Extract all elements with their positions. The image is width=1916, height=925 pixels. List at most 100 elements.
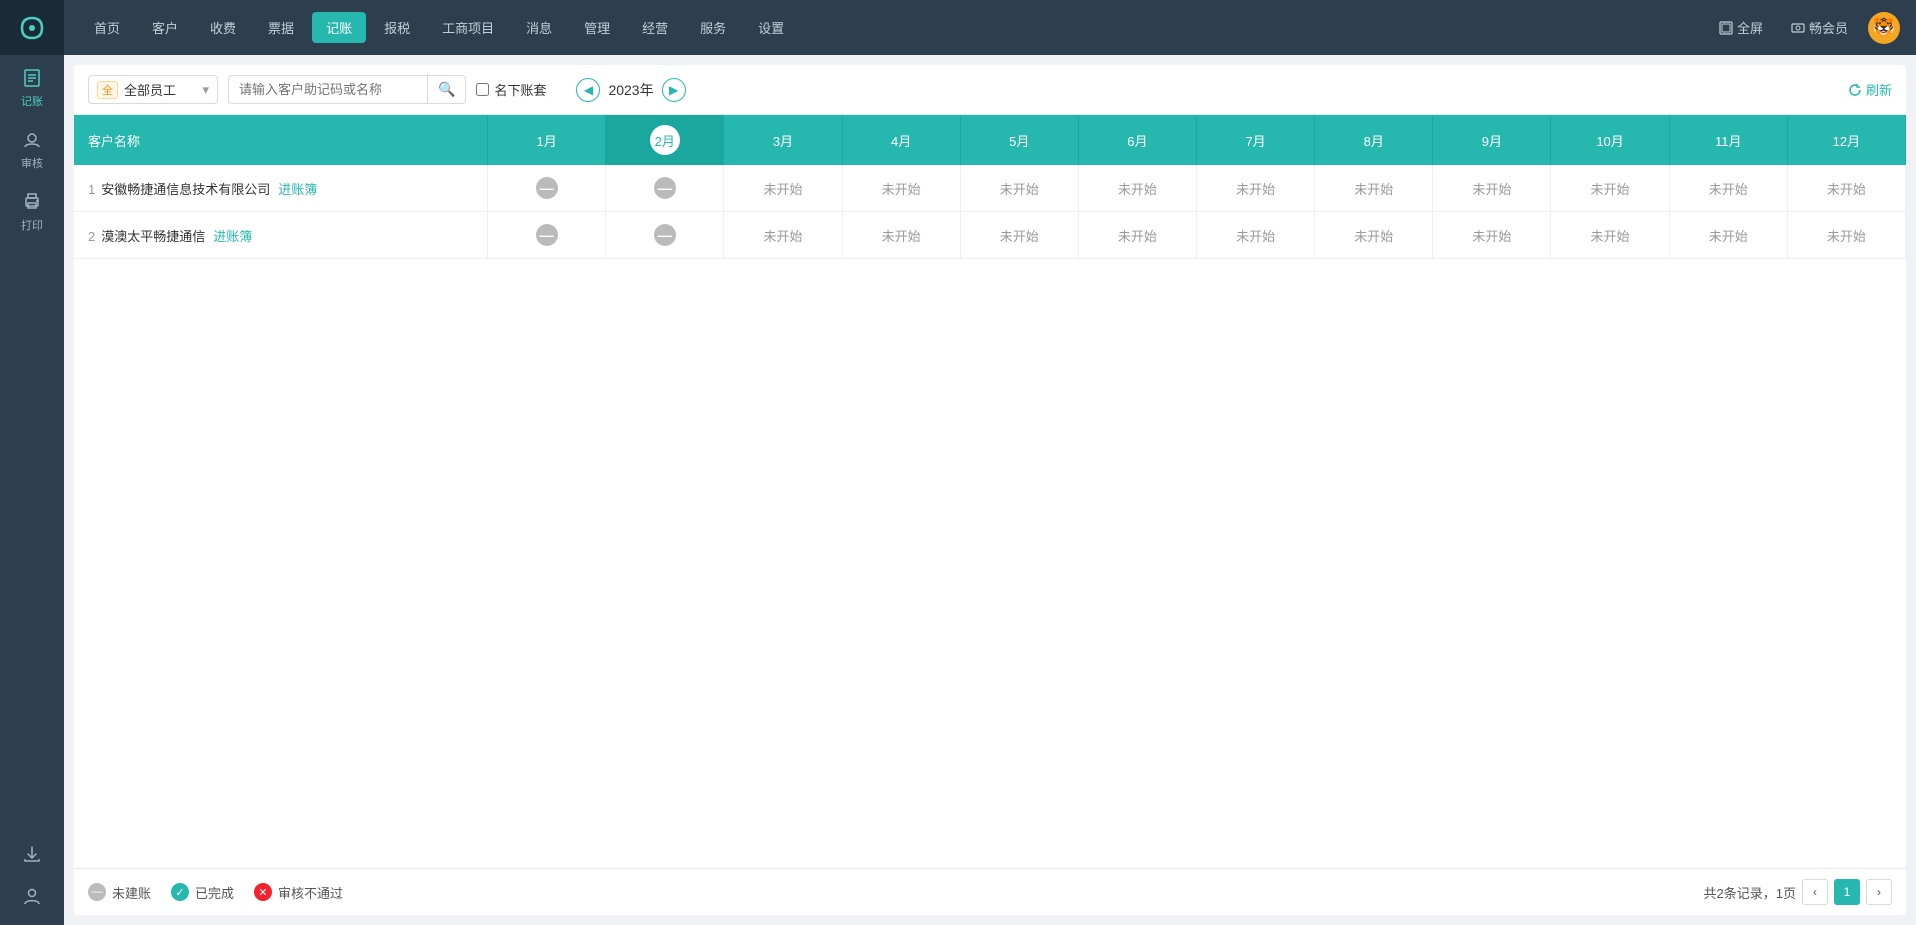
user-avatar[interactable]: 🐯 — [1868, 12, 1900, 44]
nav-business[interactable]: 工商项目 — [428, 12, 508, 43]
client-name: 安徽畅捷通信息技术有限公司 — [101, 182, 270, 197]
fullscreen-label: 全屏 — [1737, 18, 1763, 37]
profile-icon — [21, 885, 43, 907]
month-7-cell: 未开始 — [1197, 212, 1315, 259]
sidebar-item-profile[interactable] — [0, 873, 64, 915]
main-area: 首页 客户 收费 票据 记账 报税 工商项目 消息 管理 经营 服务 设置 全屏 — [64, 0, 1916, 925]
status-not-started: 未开始 — [1709, 229, 1748, 244]
table-row: 2漠澳太平畅捷通信进账簿——未开始未开始未开始未开始未开始未开始未开始未开始未开… — [74, 212, 1906, 259]
bookkeeping-icon — [21, 67, 43, 89]
completed-icon: ✓ — [171, 883, 189, 901]
table-footer: — 未建账 ✓ 已完成 ✕ 审核不通过 共2条记录，1页 ‹ 1 › — [74, 868, 1906, 915]
my-accounts-checkbox[interactable] — [476, 83, 489, 96]
search-button[interactable]: 🔍 — [427, 75, 466, 104]
next-page-button[interactable]: › — [1866, 879, 1892, 905]
not-created-icon: — — [88, 883, 106, 901]
sidebar-label-print: 打印 — [21, 217, 43, 233]
topnav: 首页 客户 收费 票据 记账 报税 工商项目 消息 管理 经营 服务 设置 全屏 — [64, 0, 1916, 55]
status-not-started: 未开始 — [1591, 182, 1630, 197]
col-header-sep: 9月 — [1433, 115, 1551, 165]
refresh-label: 刷新 — [1866, 80, 1892, 99]
nav-fee[interactable]: 收费 — [196, 12, 250, 43]
rejected-label: 审核不通过 — [278, 883, 343, 902]
sidebar-label-audit: 审核 — [21, 155, 43, 171]
status-not-started: 未开始 — [1354, 182, 1393, 197]
month-9-cell: 未开始 — [1433, 212, 1551, 259]
completed-label: 已完成 — [195, 883, 234, 902]
next-year-button[interactable]: ▶ — [662, 78, 686, 102]
status-not-started: 未开始 — [1118, 229, 1157, 244]
col-header-dec: 12月 — [1787, 115, 1905, 165]
nav-home[interactable]: 首页 — [80, 12, 134, 43]
month-9-cell: 未开始 — [1433, 165, 1551, 212]
nav-operate[interactable]: 经营 — [628, 12, 682, 43]
prev-page-button[interactable]: ‹ — [1802, 879, 1828, 905]
month-12-cell: 未开始 — [1787, 212, 1905, 259]
status-not-started: 未开始 — [1827, 229, 1866, 244]
month-11-cell: 未开始 — [1669, 212, 1787, 259]
nav-tax[interactable]: 报税 — [370, 12, 424, 43]
toolbar: 全 全部员工 ▾ 🔍 名下账套 ◀ 2023年 ▶ — [74, 65, 1906, 115]
sidebar-item-download[interactable] — [0, 831, 64, 873]
nav-manage[interactable]: 管理 — [570, 12, 624, 43]
nav-invoice[interactable]: 票据 — [254, 12, 308, 43]
rejected-icon: ✕ — [254, 883, 272, 901]
print-icon — [21, 191, 43, 213]
nav-message[interactable]: 消息 — [512, 12, 566, 43]
vip-button[interactable]: 畅会员 — [1783, 14, 1856, 41]
not-created-label: 未建账 — [112, 883, 151, 902]
status-not-started: 未开始 — [1236, 182, 1275, 197]
col-header-oct: 10月 — [1551, 115, 1669, 165]
content-area: 全 全部员工 ▾ 🔍 名下账套 ◀ 2023年 ▶ — [64, 55, 1916, 925]
nav-settings[interactable]: 设置 — [744, 12, 798, 43]
pagination: 共2条记录，1页 ‹ 1 › — [1704, 879, 1892, 905]
status-not-started: 未开始 — [1472, 229, 1511, 244]
col-header-mar: 3月 — [724, 115, 842, 165]
month-6-cell: 未开始 — [1078, 165, 1196, 212]
status-not-started: 未开始 — [763, 182, 802, 197]
legend-rejected: ✕ 审核不通过 — [254, 883, 343, 902]
prev-year-button[interactable]: ◀ — [576, 78, 600, 102]
status-dash-icon: — — [536, 224, 558, 246]
employee-label: 全部员工 — [124, 80, 176, 99]
search-input[interactable] — [228, 75, 428, 104]
nav-bookkeeping[interactable]: 记账 — [312, 12, 366, 43]
client-name: 漠澳太平畅捷通信 — [101, 229, 205, 244]
nav-client[interactable]: 客户 — [138, 12, 192, 43]
my-accounts-checkbox-label[interactable]: 名下账套 — [476, 80, 546, 99]
col-header-may: 5月 — [960, 115, 1078, 165]
month-3-cell: 未开始 — [724, 165, 842, 212]
month-3-cell: 未开始 — [724, 212, 842, 259]
month-7-cell: 未开始 — [1197, 165, 1315, 212]
table-row: 1安徽畅捷通信息技术有限公司进账簿——未开始未开始未开始未开始未开始未开始未开始… — [74, 165, 1906, 212]
total-records: 共2条记录，1页 — [1704, 883, 1796, 902]
vip-label: 畅会员 — [1809, 18, 1848, 37]
col-header-feb: 2月 — [606, 115, 724, 165]
download-icon — [21, 843, 43, 865]
year-display: 2023年 — [608, 80, 653, 100]
fullscreen-button[interactable]: 全屏 — [1711, 14, 1771, 41]
refresh-button[interactable]: 刷新 — [1848, 80, 1892, 99]
row-index: 1 — [88, 182, 95, 197]
status-not-started: 未开始 — [1591, 229, 1630, 244]
col-header-jun: 6月 — [1078, 115, 1196, 165]
enter-ledger-link[interactable]: 进账簿 — [278, 182, 317, 197]
nav-service[interactable]: 服务 — [686, 12, 740, 43]
client-name-cell: 2漠澳太平畅捷通信进账簿 — [74, 212, 488, 259]
sidebar-item-bookkeeping[interactable]: 记账 — [0, 55, 64, 117]
enter-ledger-link[interactable]: 进账簿 — [213, 229, 252, 244]
status-not-started: 未开始 — [1827, 182, 1866, 197]
month-2-cell: — — [606, 212, 724, 259]
employee-select[interactable]: 全 全部员工 ▾ — [88, 75, 218, 104]
month-5-cell: 未开始 — [960, 212, 1078, 259]
month-5-cell: 未开始 — [960, 165, 1078, 212]
my-accounts-label: 名下账套 — [494, 80, 546, 99]
sidebar-item-audit[interactable]: 审核 — [0, 117, 64, 179]
year-nav: ◀ 2023年 ▶ — [576, 78, 685, 102]
legend-not-created: — 未建账 — [88, 883, 151, 902]
sidebar-item-print[interactable]: 打印 — [0, 179, 64, 241]
col-header-jan: 1月 — [488, 115, 606, 165]
status-not-started: 未开始 — [1000, 229, 1039, 244]
accounts-table: 客户名称 1月 2月 3月 4月 5月 6月 7月 8月 9月 — [74, 115, 1906, 259]
page-1-button[interactable]: 1 — [1834, 879, 1860, 905]
